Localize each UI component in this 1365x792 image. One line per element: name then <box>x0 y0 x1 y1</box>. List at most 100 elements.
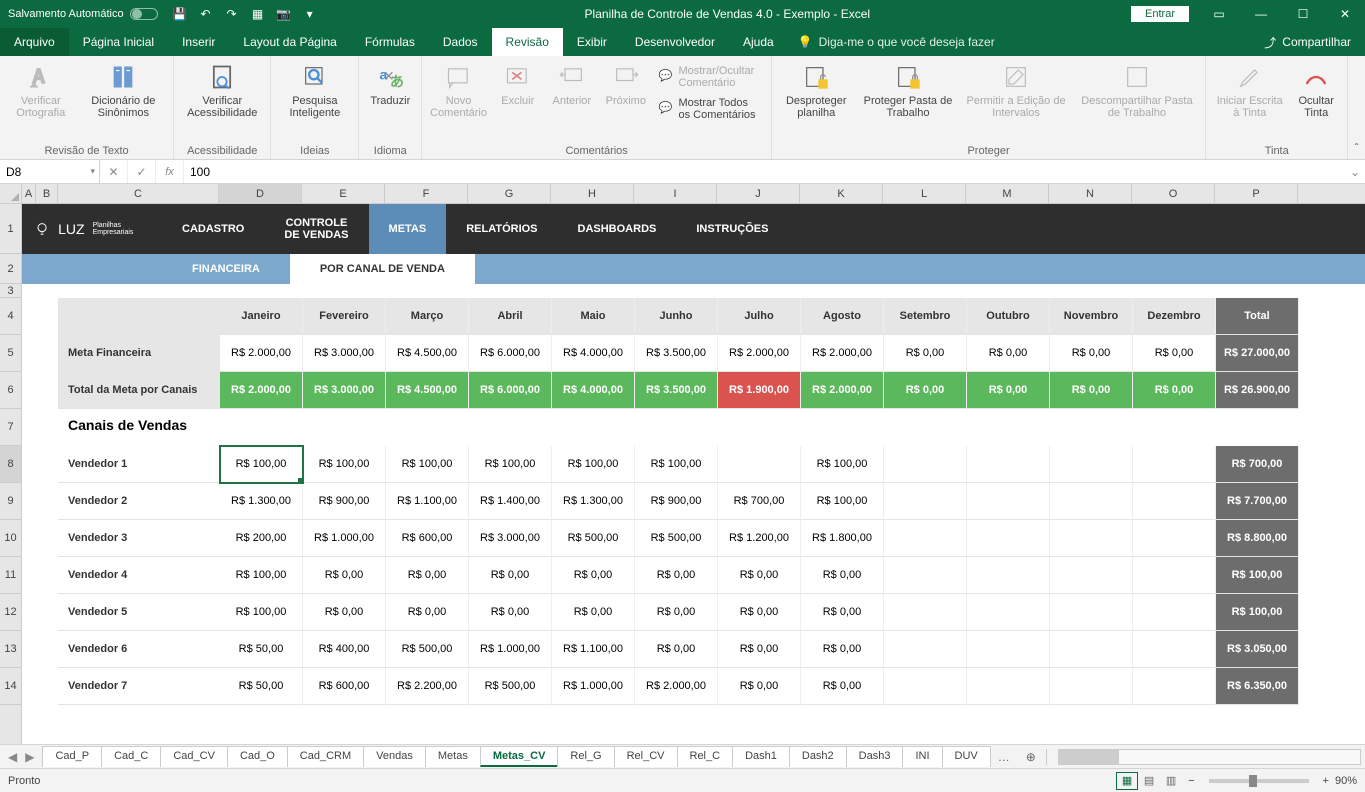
cell[interactable] <box>1133 631 1216 668</box>
col-header-G[interactable]: G <box>468 184 551 203</box>
cell[interactable]: R$ 100,00 <box>469 446 552 483</box>
col-header-L[interactable]: L <box>883 184 966 203</box>
col-header-K[interactable]: K <box>800 184 883 203</box>
expand-formula-icon[interactable]: ⌄ <box>1345 160 1365 183</box>
row-header-9[interactable]: 9 <box>0 483 21 520</box>
subtab[interactable]: FINANCEIRA <box>162 254 290 284</box>
sheet-tab[interactable]: Metas <box>425 746 481 767</box>
cell[interactable]: R$ 0,00 <box>1133 335 1216 372</box>
cell[interactable] <box>1050 631 1133 668</box>
cell[interactable]: R$ 0,00 <box>635 557 718 594</box>
cell[interactable] <box>884 594 967 631</box>
cell[interactable]: Abril <box>469 298 552 335</box>
cell[interactable]: R$ 100,00 <box>801 483 884 520</box>
cell[interactable]: R$ 1.400,00 <box>469 483 552 520</box>
cell[interactable]: R$ 100,00 <box>220 557 303 594</box>
col-header-D[interactable]: D <box>219 184 302 203</box>
col-header-M[interactable]: M <box>966 184 1049 203</box>
sheet-tab[interactable]: Rel_G <box>557 746 614 767</box>
confirm-icon[interactable]: ✓ <box>128 160 156 183</box>
cell[interactable] <box>967 446 1050 483</box>
cell[interactable]: R$ 3.000,00 <box>303 372 386 409</box>
cell[interactable]: R$ 500,00 <box>552 520 635 557</box>
cell[interactable]: Novembro <box>1050 298 1133 335</box>
row-header-4[interactable]: 4 <box>0 298 21 335</box>
cell[interactable]: R$ 600,00 <box>303 668 386 705</box>
autosave-toggle[interactable]: Salvamento Automático <box>0 8 166 20</box>
nav-item[interactable]: INSTRUÇÕES <box>676 204 788 254</box>
nav-item[interactable]: CONTROLEDE VENDAS <box>264 204 368 254</box>
col-header-A[interactable]: A <box>22 184 36 203</box>
redo-icon[interactable]: ↷ <box>224 6 240 22</box>
row-header-6[interactable]: 6 <box>0 372 21 409</box>
cell[interactable] <box>884 446 967 483</box>
col-header-J[interactable]: J <box>717 184 800 203</box>
formula-input[interactable]: 100 <box>184 160 1345 183</box>
tellme-search[interactable]: 💡 Diga-me o que você deseja fazer <box>788 28 1005 56</box>
view-pagelayout-icon[interactable]: ▤ <box>1138 772 1160 790</box>
camera-icon[interactable]: 📷 <box>276 6 292 22</box>
nav-item[interactable]: RELATÓRIOS <box>446 204 557 254</box>
view-pagebreak-icon[interactable]: ▥ <box>1160 772 1182 790</box>
row-header-12[interactable]: 12 <box>0 594 21 631</box>
cell[interactable] <box>1133 594 1216 631</box>
cell[interactable] <box>884 668 967 705</box>
subtab[interactable]: POR CANAL DE VENDA <box>290 254 475 284</box>
cell[interactable]: R$ 6.000,00 <box>469 372 552 409</box>
collapse-ribbon-icon[interactable]: ˆ <box>1348 56 1365 159</box>
cell[interactable]: R$ 0,00 <box>884 372 967 409</box>
cell[interactable]: R$ 0,00 <box>635 594 718 631</box>
row-header-8[interactable]: 8 <box>0 446 21 483</box>
cell[interactable] <box>967 520 1050 557</box>
cell[interactable]: Junho <box>635 298 718 335</box>
cell[interactable]: R$ 100,00 <box>635 446 718 483</box>
cell[interactable]: R$ 0,00 <box>718 668 801 705</box>
cell[interactable]: R$ 0,00 <box>801 668 884 705</box>
cell[interactable] <box>884 520 967 557</box>
sheet-tab[interactable]: Rel_C <box>677 746 734 767</box>
chevron-left-icon[interactable]: ◀ <box>8 750 17 764</box>
cell[interactable] <box>967 483 1050 520</box>
hide-ink-button[interactable]: Ocultar Tinta <box>1291 59 1341 121</box>
minimize-icon[interactable]: — <box>1241 0 1281 28</box>
cell[interactable]: R$ 0,00 <box>884 335 967 372</box>
row-header-13[interactable]: 13 <box>0 631 21 668</box>
cell[interactable]: R$ 1.900,00 <box>718 372 801 409</box>
cell[interactable]: R$ 0,00 <box>635 631 718 668</box>
cell[interactable]: Julho <box>718 298 801 335</box>
sheet-tab[interactable]: Cad_CRM <box>287 746 364 767</box>
toggle-icon[interactable] <box>130 8 158 20</box>
cell[interactable]: R$ 1.100,00 <box>386 483 469 520</box>
cell[interactable] <box>1050 483 1133 520</box>
nav-item[interactable]: CADASTRO <box>162 204 264 254</box>
tab-file[interactable]: Arquivo <box>0 28 69 56</box>
cell[interactable]: R$ 1.200,00 <box>718 520 801 557</box>
zoom-level[interactable]: 90% <box>1335 775 1357 787</box>
col-header-E[interactable]: E <box>302 184 385 203</box>
translate-button[interactable]: aあTraduzir <box>365 59 415 109</box>
cell[interactable] <box>1050 446 1133 483</box>
cell[interactable] <box>1133 483 1216 520</box>
col-header-F[interactable]: F <box>385 184 468 203</box>
tab-layout[interactable]: Layout da Página <box>229 28 350 56</box>
cell[interactable]: R$ 500,00 <box>386 631 469 668</box>
sheet-nav[interactable]: ◀▶ <box>0 750 42 764</box>
cell[interactable]: R$ 2.000,00 <box>718 335 801 372</box>
cancel-icon[interactable]: ✕ <box>100 160 128 183</box>
thesaurus-button[interactable]: Dicionário de Sinônimos <box>80 59 168 121</box>
cell[interactable]: R$ 2.000,00 <box>220 372 303 409</box>
tab-data[interactable]: Dados <box>429 28 492 56</box>
tab-formulas[interactable]: Fórmulas <box>351 28 429 56</box>
qat-more-icon[interactable]: ▾ <box>302 6 318 22</box>
undo-icon[interactable]: ↶ <box>198 6 214 22</box>
sheet-tab[interactable]: Cad_P <box>42 746 102 767</box>
cell[interactable]: Maio <box>552 298 635 335</box>
cell[interactable] <box>1133 668 1216 705</box>
login-button[interactable]: Entrar <box>1131 6 1189 22</box>
unprotect-sheet-button[interactable]: Desproteger planilha <box>778 59 855 121</box>
row-header-5[interactable]: 5 <box>0 335 21 372</box>
ribbon-display-icon[interactable]: ▭ <box>1199 0 1239 28</box>
cell[interactable]: Outubro <box>967 298 1050 335</box>
col-header-N[interactable]: N <box>1049 184 1132 203</box>
name-box[interactable]: D8 <box>0 160 100 183</box>
